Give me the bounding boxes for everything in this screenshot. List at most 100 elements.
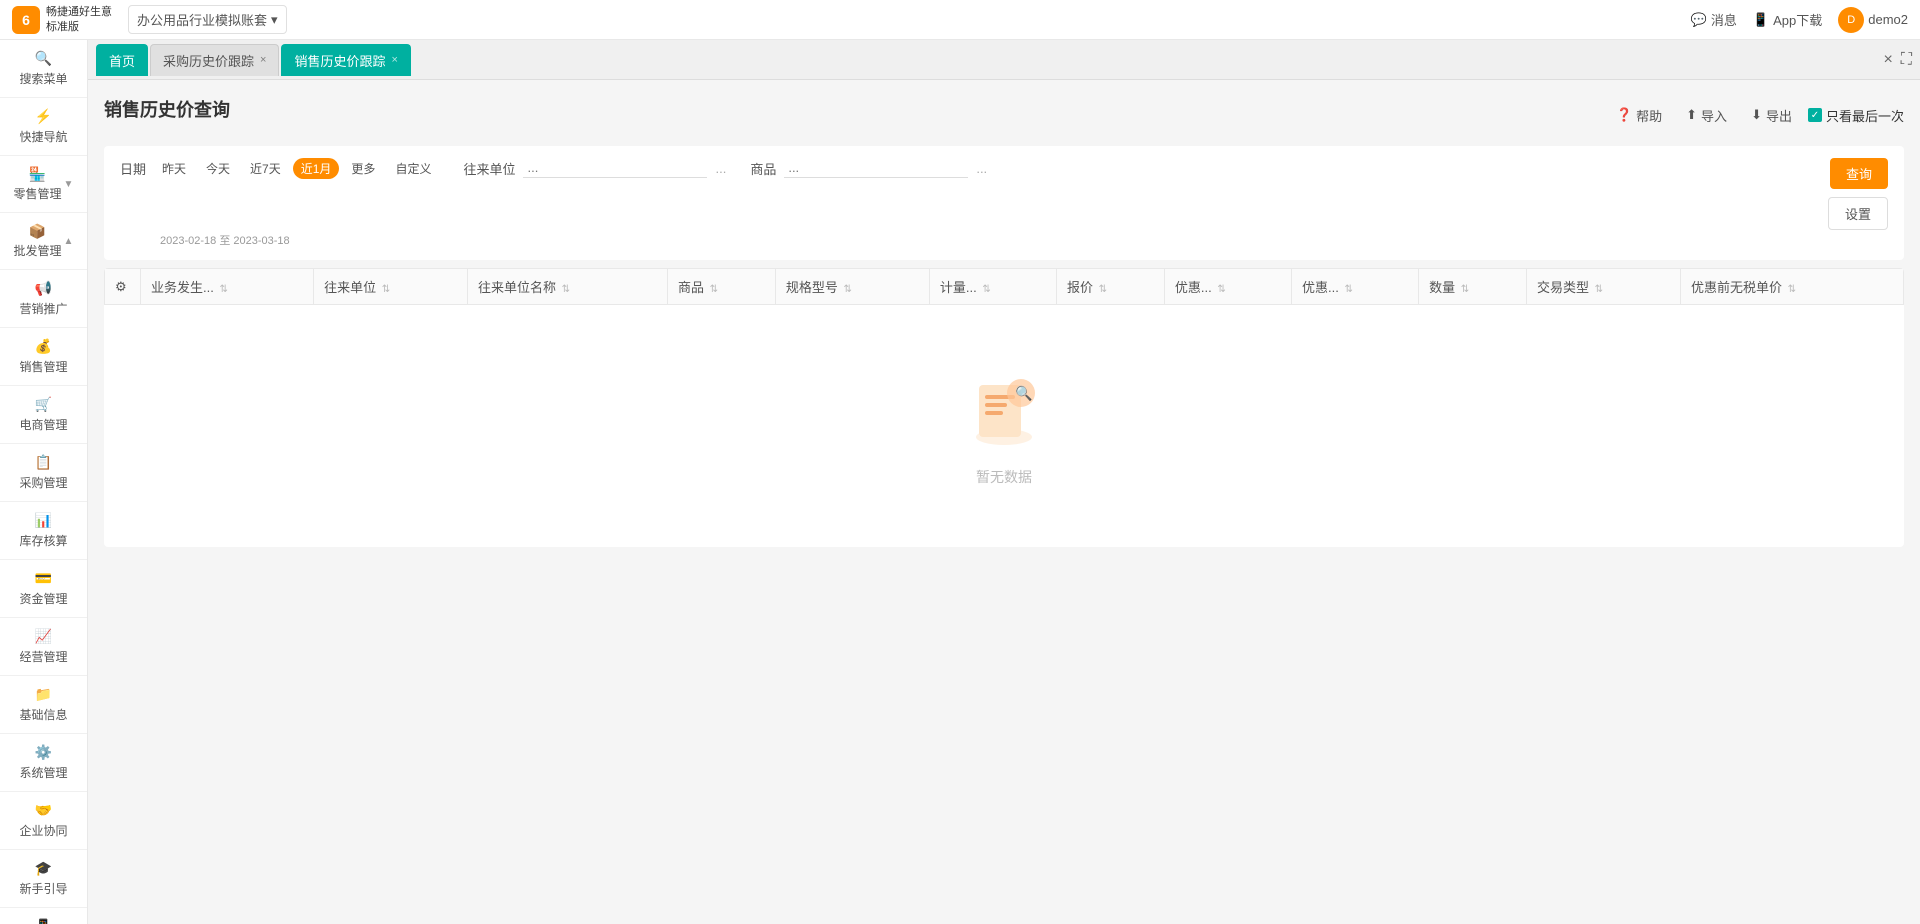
partner-input[interactable] (523, 158, 707, 178)
product-label: 商品 (750, 159, 776, 178)
query-button[interactable]: 查询 (1830, 158, 1888, 189)
app-download-button[interactable]: 📱 App下载 (1753, 10, 1822, 29)
table-header-discount1[interactable]: 优惠... ⇅ (1164, 269, 1291, 305)
settings-button[interactable]: 设置 (1828, 197, 1888, 230)
sort-icon: ⇅ (562, 284, 570, 295)
sidebar-item-operations[interactable]: 📈 经营管理 (0, 618, 87, 676)
help-icon: ❓ (1616, 107, 1632, 123)
table-header-partner-code[interactable]: 往来单位 ⇅ (314, 269, 468, 305)
quicknav-icon: ⚡ (35, 108, 52, 125)
product-input[interactable] (784, 158, 968, 178)
sidebar-item-newbie[interactable]: 🎓 新手引导 (0, 850, 87, 908)
date-btn-yesterday[interactable]: 昨天 (154, 158, 194, 179)
tab-label: 采购历史价跟踪 (163, 51, 254, 70)
tab-home[interactable]: 首页 (96, 44, 148, 76)
sidebar-item-label: 资金管理 (19, 590, 67, 607)
app-selector[interactable]: 办公用品行业模拟账套 ▾ (128, 5, 287, 34)
date-btn-custom[interactable]: 自定义 (387, 158, 439, 179)
table-header-quote-price[interactable]: 报价 ⇅ (1056, 269, 1164, 305)
avatar: D (1838, 7, 1864, 33)
page-content: 销售历史价查询 ❓ 帮助 ⬆ 导入 ⬇ 导出 ✓ (88, 80, 1920, 924)
filter-area: 日期 昨天 今天 近7天 近1月 更多 自定义 往来单位 (104, 146, 1904, 260)
message-button[interactable]: 💬 消息 (1691, 10, 1737, 29)
table-header-discount2[interactable]: 优惠... ⇅ (1291, 269, 1418, 305)
sidebar-item-search[interactable]: 🔍 搜索菜单 (0, 40, 87, 98)
date-btn-more[interactable]: 更多 (343, 158, 383, 179)
download-icon: 📱 (1753, 12, 1769, 28)
export-button[interactable]: ⬇ 导出 (1743, 102, 1800, 129)
sales-icon: 💰 (35, 338, 52, 355)
sidebar-item-label: 电商管理 (19, 416, 67, 433)
sort-icon: ⇅ (382, 284, 390, 295)
export-icon: ⬇ (1751, 107, 1762, 123)
only-last-checkbox[interactable]: ✓ 只看最后一次 (1808, 106, 1904, 125)
content-area: 首页 采购历史价跟踪 × 销售历史价跟踪 × × ⛶ 销售历史价查询 (88, 40, 1920, 924)
tab-sales-history[interactable]: 销售历史价跟踪 × (281, 44, 410, 76)
close-all-button[interactable]: × (1883, 51, 1892, 69)
sidebar-item-marketing[interactable]: 📢 营销推广 (0, 270, 87, 328)
inventory-icon: 📊 (35, 512, 52, 529)
tab-purchase-history[interactable]: 采购历史价跟踪 × (150, 44, 279, 76)
sidebar-item-label: 库存核算 (19, 532, 67, 549)
sidebar-item-quicknav[interactable]: ⚡ 快捷导航 (0, 98, 87, 156)
sidebar-item-system[interactable]: ⚙️ 系统管理 (0, 734, 87, 792)
date-filter-group: 日期 昨天 今天 近7天 近1月 更多 自定义 (120, 158, 439, 179)
sort-icon: ⇅ (1217, 284, 1225, 295)
sidebar-item-wholesale[interactable]: 📦 批发管理 ▲ (0, 213, 87, 270)
table-header-partner-name[interactable]: 往来单位名称 ⇅ (468, 269, 668, 305)
sidebar-item-retail[interactable]: 🏪 零售管理 ▼ (0, 156, 87, 213)
partner-label: 往来单位 (463, 159, 515, 178)
date-btn-today[interactable]: 今天 (198, 158, 238, 179)
purchase-icon: 📋 (35, 454, 52, 471)
sidebar-item-appstore[interactable]: 📱 应用中心 (0, 908, 87, 924)
sidebar-item-sales[interactable]: 💰 销售管理 (0, 328, 87, 386)
system-icon: ⚙️ (35, 744, 52, 761)
date-btn-7days[interactable]: 近7天 (242, 158, 289, 179)
retail-icon: 🏪 (29, 166, 46, 183)
app-selector-label: 办公用品行业模拟账套 (137, 10, 267, 29)
fullscreen-button[interactable]: ⛶ (1901, 51, 1912, 69)
sidebar-item-finance[interactable]: 💳 资金管理 (0, 560, 87, 618)
table-header-product[interactable]: 商品 ⇅ (667, 269, 775, 305)
sort-icon: ⇅ (844, 284, 852, 295)
table-header-trade-type[interactable]: 交易类型 ⇅ (1527, 269, 1681, 305)
table-header-settings[interactable]: ⚙ (105, 269, 141, 305)
close-icon[interactable]: × (391, 54, 397, 66)
table-header-no-tax-price[interactable]: 优惠前无税单价 ⇅ (1680, 269, 1903, 305)
table-header-biz-date[interactable]: 业务发生... ⇅ (141, 269, 314, 305)
data-table: ⚙ 业务发生... ⇅ 往来单位 ⇅ 往来单位名称 (104, 268, 1904, 305)
product-dots-icon[interactable]: ... (976, 161, 987, 176)
chevron-down-icon: ▼ (64, 179, 74, 190)
partner-dots-icon[interactable]: ... (715, 161, 726, 176)
logo-text: 畅捷通好生意 标准版 (46, 5, 112, 34)
wholesale-icon: 📦 (29, 223, 46, 240)
table-header-quantity[interactable]: 数量 ⇅ (1419, 269, 1527, 305)
finance-icon: 💳 (35, 570, 52, 587)
sidebar-item-label: 经营管理 (19, 648, 67, 665)
message-icon: 💬 (1691, 12, 1707, 28)
table-header-unit[interactable]: 计量... ⇅ (929, 269, 1056, 305)
sidebar-item-cooperation[interactable]: 🤝 企业协同 (0, 792, 87, 850)
sort-icon: ⇅ (1344, 284, 1352, 295)
date-range-display: 2023-02-18 至 2023-03-18 (152, 232, 1888, 248)
sidebar-item-basic-info[interactable]: 📁 基础信息 (0, 676, 87, 734)
sidebar: 🔍 搜索菜单 ⚡ 快捷导航 🏪 零售管理 ▼ 📦 批发管理 ▲ 📢 营销推广 (0, 40, 88, 924)
sidebar-item-ecommerce[interactable]: 🛒 电商管理 (0, 386, 87, 444)
user-menu[interactable]: D demo2 (1838, 7, 1908, 33)
top-bar-right: 💬 消息 📱 App下载 D demo2 (1691, 7, 1908, 33)
table-header-spec[interactable]: 规格型号 ⇅ (775, 269, 929, 305)
sidebar-item-purchase[interactable]: 📋 采购管理 (0, 444, 87, 502)
help-button[interactable]: ❓ 帮助 (1608, 102, 1670, 129)
empty-text: 暂无数据 (976, 467, 1032, 487)
empty-state: 🔍 暂无数据 (104, 305, 1904, 547)
operations-icon: 📈 (35, 628, 52, 645)
import-button[interactable]: ⬆ 导入 (1678, 102, 1735, 129)
sidebar-item-inventory[interactable]: 📊 库存核算 (0, 502, 87, 560)
sort-icon: ⇅ (219, 284, 227, 295)
tab-label: 首页 (109, 51, 135, 70)
filter-line1: 日期 昨天 今天 近7天 近1月 更多 自定义 往来单位 (120, 158, 1888, 230)
sidebar-item-label: 企业协同 (19, 822, 67, 839)
date-btn-1month[interactable]: 近1月 (293, 158, 340, 179)
close-icon[interactable]: × (260, 54, 266, 66)
cooperation-icon: 🤝 (35, 802, 52, 819)
